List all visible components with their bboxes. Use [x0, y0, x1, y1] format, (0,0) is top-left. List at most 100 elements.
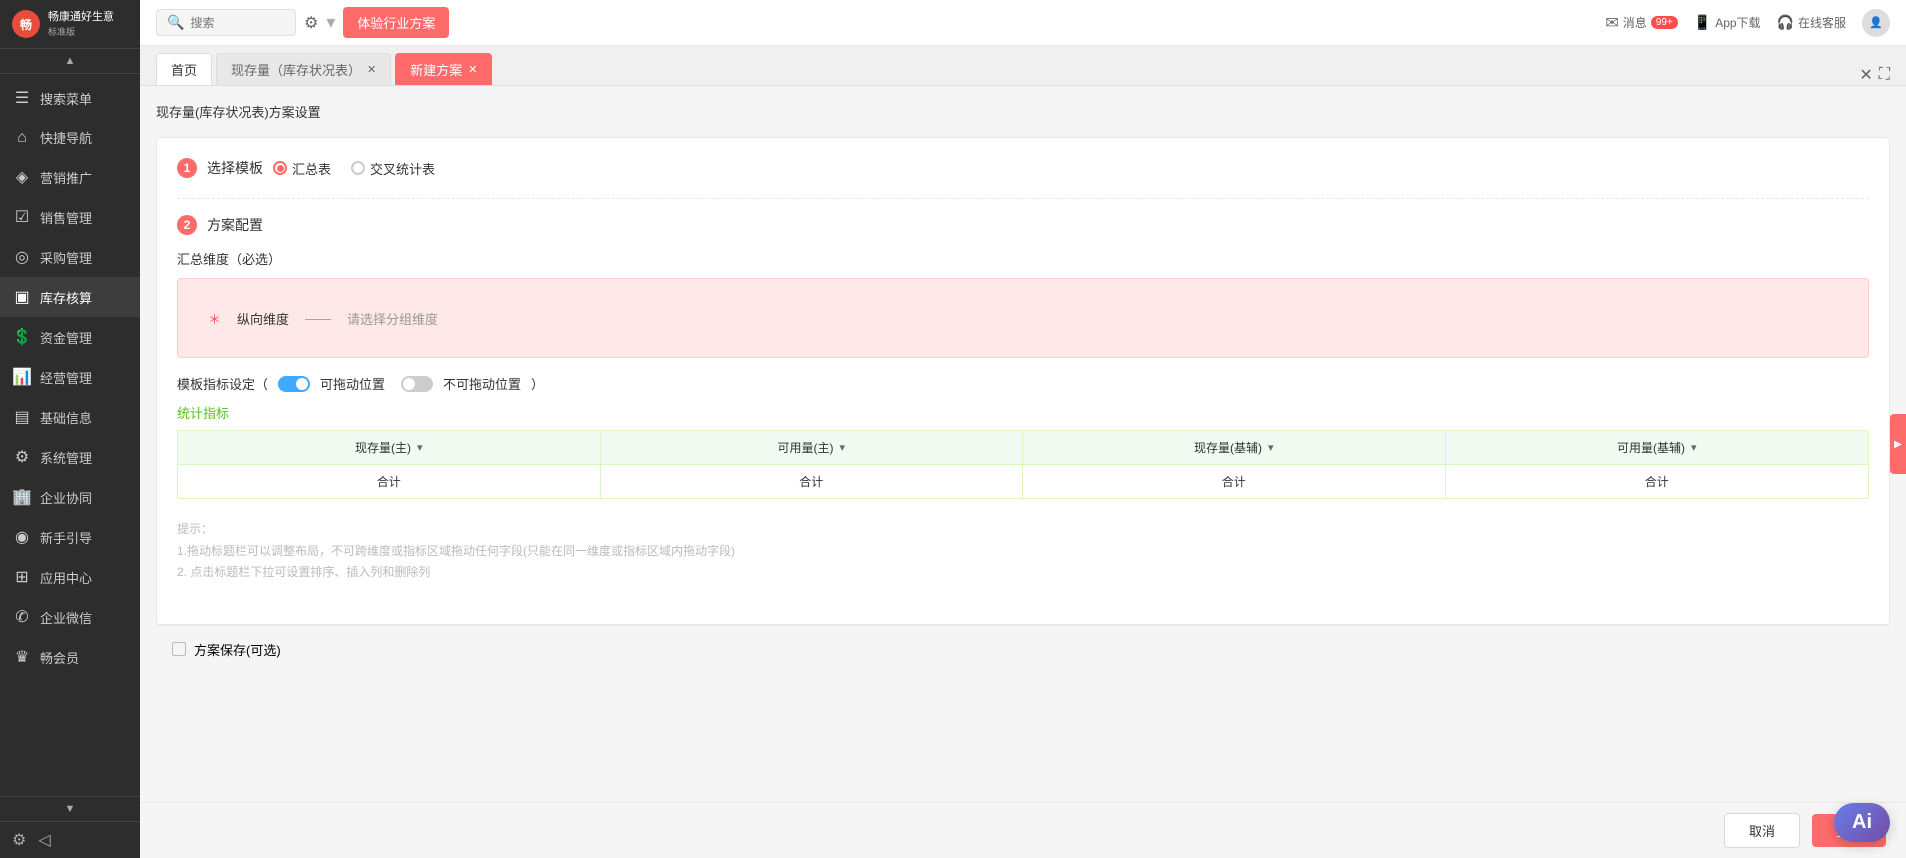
stats-agg-1: 合计 — [601, 465, 1024, 498]
message-icon: ✉ — [1605, 13, 1618, 33]
sidebar-item-operations[interactable]: 📊 经营管理 — [0, 357, 140, 397]
draggable-label: 可拖动位置 — [320, 374, 385, 393]
sidebar-item-label: 系统管理 — [40, 448, 92, 467]
stats-col-current-aux-label: 现存量(基辅) — [1194, 439, 1262, 456]
step1-header: 1 选择模板 汇总表 交叉统计表 — [177, 158, 1869, 178]
stats-table: 现存量(主) ▾ 可用量(主) ▾ 现存量(基辅) ▾ 可用量(基辅) — [177, 430, 1869, 499]
save-checkbox[interactable] — [172, 642, 186, 656]
new-guide-icon: ◉ — [12, 527, 32, 547]
sidebar-item-search-menu[interactable]: ☰ 搜索菜单 — [0, 78, 140, 118]
stats-agg-3: 合计 — [1446, 465, 1869, 498]
sidebar-item-marketing[interactable]: ◈ 营销推广 — [0, 157, 140, 197]
stats-col-available-main-label: 可用量(主) — [777, 439, 833, 456]
search-input[interactable] — [190, 16, 280, 30]
right-panel-toggle[interactable]: ▶ — [1890, 414, 1906, 474]
sidebar-item-new-guide[interactable]: ◉ 新手引导 — [0, 517, 140, 557]
stats-agg-2: 合计 — [1023, 465, 1446, 498]
step1-num: 1 — [177, 158, 197, 178]
avatar-placeholder: 👤 — [1869, 16, 1883, 29]
industry-plan-button[interactable]: 体验行业方案 — [343, 7, 449, 38]
radio-crosstab[interactable]: 交叉统计表 — [351, 159, 435, 178]
sidebar-item-label: 营销推广 — [40, 168, 92, 187]
tab-new-plan-close-icon[interactable]: ✕ — [468, 63, 477, 76]
stats-col-available-main[interactable]: 可用量(主) ▾ — [601, 431, 1024, 464]
scroll-up-btn[interactable]: ▲ — [65, 55, 76, 67]
sidebar-item-label: 企业微信 — [40, 608, 92, 627]
sidebar-item-sales[interactable]: ☑ 销售管理 — [0, 197, 140, 237]
tab-inventory-close-icon[interactable]: ✕ — [367, 63, 376, 76]
step2-header: 2 方案配置 — [177, 215, 1869, 235]
online-service-item[interactable]: 🎧 在线客服 — [1777, 14, 1846, 31]
sidebar-item-inventory[interactable]: ▣ 库存核算 — [0, 277, 140, 317]
sidebar-item-finance[interactable]: 💲 资金管理 — [0, 317, 140, 357]
sidebar-item-member[interactable]: ♛ 畅会员 — [0, 637, 140, 677]
vertical-label: 纵向维度 — [237, 309, 289, 328]
sidebar-item-enterprise[interactable]: 🏢 企业协同 — [0, 477, 140, 517]
indicator-label: 模板指标设定（ 可拖动位置 不可拖动位置 ） — [177, 374, 1869, 393]
tip-item-1: 1.拖动标题栏可以调整布局，不可跨维度或指标区域拖动任何字段(只能在同一维度或指… — [177, 541, 1869, 563]
quick-nav-icon: ⌂ — [12, 129, 32, 147]
draggable-toggle[interactable] — [278, 376, 310, 392]
app-download-item[interactable]: 📱 App下载 — [1694, 14, 1761, 31]
tab-expand-icon[interactable]: ⛶ — [1879, 66, 1890, 84]
ai-badge[interactable]: Ai — [1834, 803, 1890, 842]
chevron-down-icon-1: ▾ — [839, 441, 845, 454]
page-title: 现存量(库存状况表)方案设置 — [156, 102, 1890, 121]
sidebar-item-wechat[interactable]: ✆ 企业微信 — [0, 597, 140, 637]
stats-col-current-main[interactable]: 现存量(主) ▾ — [178, 431, 601, 464]
topbar: 🔍 ⚙ ▾ 体验行业方案 ✉ 消息 99+ 📱 App下载 🎧 在线客服 👤 — [140, 0, 1906, 46]
sidebar-bottom: ⚙ ◁ — [0, 821, 140, 858]
save-option-label: 方案保存(可选) — [194, 640, 281, 659]
sidebar-nav: ☰ 搜索菜单 ⌂ 快捷导航 ◈ 营销推广 ☑ 销售管理 ◎ 采购管理 ▣ 库存核… — [0, 74, 140, 796]
step2-section: 2 方案配置 汇总维度（必选） ＊ 纵向维度 —— 请选择分组维度 模板指标设定… — [177, 215, 1869, 584]
message-item[interactable]: ✉ 消息 99+ — [1605, 13, 1677, 33]
footer: 取消 查询 — [140, 802, 1906, 858]
scroll-down-btn[interactable]: ▼ — [65, 803, 76, 815]
tab-new-plan[interactable]: 新建方案 ✕ — [395, 53, 492, 85]
stats-agg-0: 合计 — [178, 465, 601, 498]
sales-icon: ☑ — [12, 207, 32, 227]
app-version: 标准版 — [48, 25, 114, 38]
message-badge: 99+ — [1651, 16, 1678, 29]
sidebar-item-label: 采购管理 — [40, 248, 92, 267]
cancel-button[interactable]: 取消 — [1724, 813, 1800, 848]
gear-icon[interactable]: ⚙ — [304, 13, 318, 33]
sidebar-item-basic-info[interactable]: ▤ 基础信息 — [0, 397, 140, 437]
radio-summary-circle — [273, 161, 287, 175]
dropdown-arrow-icon[interactable]: ▾ — [326, 12, 335, 33]
settings-icon[interactable]: ⚙ — [12, 830, 26, 850]
speaker-icon[interactable]: ◁ — [38, 830, 50, 850]
sidebar-item-sys-mgmt[interactable]: ⚙ 系统管理 — [0, 437, 140, 477]
topbar-right: ✉ 消息 99+ 📱 App下载 🎧 在线客服 👤 — [1605, 9, 1890, 37]
stats-col-current-aux[interactable]: 现存量(基辅) ▾ — [1023, 431, 1446, 464]
non-draggable-label: 不可拖动位置 — [443, 374, 521, 393]
sidebar-item-quick-nav[interactable]: ⌂ 快捷导航 — [0, 118, 140, 157]
sys-mgmt-icon: ⚙ — [12, 447, 32, 467]
required-mark: ＊ — [208, 309, 221, 328]
tab-close-icon[interactable]: ✕ — [1859, 65, 1872, 85]
stats-body: 合计 合计 合计 合计 — [178, 465, 1868, 498]
stats-col-available-aux[interactable]: 可用量(基辅) ▾ — [1446, 431, 1869, 464]
search-menu-icon: ☰ — [12, 88, 32, 108]
sidebar-item-purchase[interactable]: ◎ 采购管理 — [0, 237, 140, 277]
search-box[interactable]: 🔍 — [156, 9, 296, 36]
radio-summary[interactable]: 汇总表 — [273, 159, 331, 178]
dimension-content: ＊ 纵向维度 —— 请选择分组维度 — [208, 309, 438, 328]
tab-inventory-status[interactable]: 现存量（库存状况表） ✕ — [216, 53, 391, 85]
topbar-left: 🔍 ⚙ ▾ 体验行业方案 — [156, 7, 1597, 38]
dimension-box[interactable]: ＊ 纵向维度 —— 请选择分组维度 — [177, 278, 1869, 358]
tab-home[interactable]: 首页 — [156, 53, 212, 85]
indicator-label-text: 模板指标设定（ — [177, 374, 268, 393]
online-service-label: 在线客服 — [1798, 14, 1846, 31]
user-avatar[interactable]: 👤 — [1862, 9, 1890, 37]
step2-num: 2 — [177, 215, 197, 235]
sidebar-item-app-center[interactable]: ⊞ 应用中心 — [0, 557, 140, 597]
stats-col-available-aux-label: 可用量(基辅) — [1617, 439, 1685, 456]
tab-inventory-status-label: 现存量（库存状况表） — [231, 60, 361, 79]
chevron-down-icon-3: ▾ — [1691, 441, 1697, 454]
non-draggable-toggle[interactable] — [401, 376, 433, 392]
dash-separator: —— — [305, 311, 331, 326]
settings-panel: 1 选择模板 汇总表 交叉统计表 — [156, 137, 1890, 625]
sidebar-item-label: 基础信息 — [40, 408, 92, 427]
radio-summary-label: 汇总表 — [292, 159, 331, 178]
